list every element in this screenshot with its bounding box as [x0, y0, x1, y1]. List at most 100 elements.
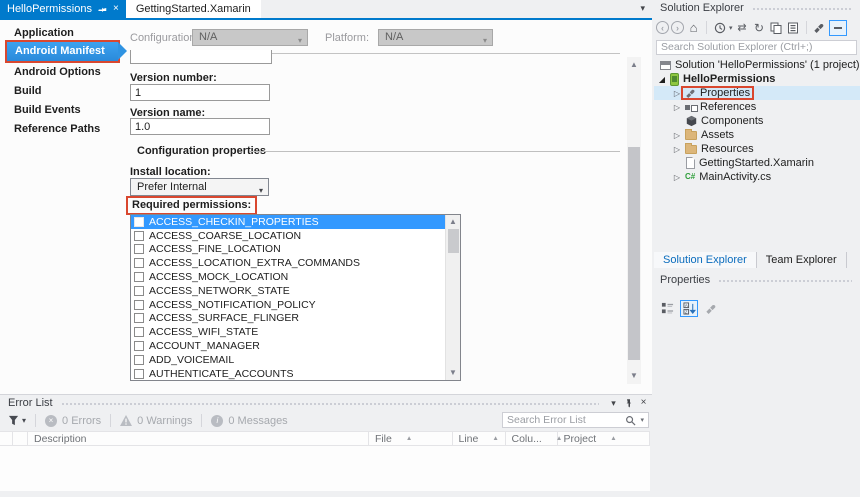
tree-row-references[interactable]: ▷ References — [654, 100, 860, 114]
filter-icon[interactable]: ▾ — [8, 415, 26, 426]
platform-dropdown[interactable]: N/A ▾ — [378, 29, 493, 46]
permission-row[interactable]: ACCESS_FINE_LOCATION — [131, 243, 445, 257]
permission-row[interactable]: ACCESS_CHECKIN_PROPERTIES — [131, 215, 445, 229]
scrollbar-thumb[interactable] — [628, 147, 640, 360]
permission-row[interactable]: ACCESS_COARSE_LOCATION — [131, 229, 445, 243]
install-location-dropdown[interactable]: Prefer Internal ▾ — [130, 178, 269, 196]
tab-gettingstarted[interactable]: GettingStarted.Xamarin — [126, 0, 261, 18]
switch-views-chevron-icon[interactable]: ▾ — [729, 24, 733, 32]
permission-row[interactable]: ACCOUNT_MANAGER — [131, 339, 445, 353]
permission-checkbox[interactable] — [134, 217, 144, 227]
permission-checkbox[interactable] — [134, 369, 144, 379]
permission-row[interactable]: ACCESS_WIFI_STATE — [131, 325, 445, 339]
nav-item-reference-paths[interactable]: Reference Paths — [14, 123, 100, 135]
nav-item-android-manifest[interactable]: Android Manifest — [6, 42, 118, 61]
permission-checkbox[interactable] — [134, 258, 144, 268]
permission-row[interactable]: ACCESS_NETWORK_STATE — [131, 284, 445, 298]
collapsed-arrow-icon[interactable]: ▷ — [673, 131, 681, 140]
column-icon[interactable] — [0, 432, 13, 445]
column-category[interactable] — [13, 432, 28, 445]
scroll-down-icon[interactable]: ▼ — [449, 369, 457, 377]
collapsed-arrow-icon[interactable]: ▷ — [673, 103, 681, 112]
search-options-chevron-icon[interactable]: ▾ — [640, 416, 644, 424]
switch-views-icon[interactable] — [712, 20, 727, 35]
document-scrollbar[interactable]: ▲ ▼ — [627, 57, 641, 384]
collapsed-arrow-icon[interactable]: ▷ — [673, 145, 681, 154]
close-icon[interactable]: × — [637, 397, 650, 409]
permission-row[interactable]: ACCESS_MOCK_LOCATION — [131, 270, 445, 284]
pin-icon[interactable] — [98, 5, 107, 14]
nav-item-android-options[interactable]: Android Options — [14, 66, 101, 78]
properties-wrench-icon[interactable] — [812, 20, 827, 35]
tree-row-gettingstarted[interactable]: GettingStarted.Xamarin — [654, 156, 860, 170]
permission-checkbox[interactable] — [134, 231, 144, 241]
permission-checkbox[interactable] — [134, 244, 144, 254]
collapsed-arrow-icon[interactable]: ▷ — [673, 173, 681, 182]
forward-icon[interactable]: › — [671, 21, 684, 34]
listbox-scrollbar[interactable]: ▲ ▼ — [445, 215, 460, 380]
permission-checkbox[interactable] — [134, 300, 144, 310]
permission-row[interactable]: ACCESS_SURFACE_FLINGER — [131, 312, 445, 326]
tree-row-components[interactable]: Components — [654, 114, 860, 128]
permission-row[interactable]: ACCESS_LOCATION_EXTRA_COMMANDS — [131, 256, 445, 270]
back-icon[interactable]: ‹ — [656, 21, 669, 34]
permission-checkbox[interactable] — [134, 313, 144, 323]
sync-with-active-document-icon[interactable]: ⇄ — [735, 20, 750, 35]
collapse-all-icon[interactable] — [769, 20, 784, 35]
column-file[interactable]: File▲ — [369, 432, 453, 445]
permission-row[interactable]: AUTHENTICATE_ACCOUNTS — [131, 367, 445, 380]
solution-explorer-search[interactable]: Search Solution Explorer (Ctrl+;) — [656, 40, 857, 55]
tree-row-project[interactable]: ◢ HelloPermissions — [654, 72, 860, 86]
tab-solution-explorer[interactable]: Solution Explorer — [654, 252, 756, 268]
tree-row-properties[interactable]: ▷ Properties — [654, 86, 860, 100]
permission-checkbox[interactable] — [134, 327, 144, 337]
permission-checkbox[interactable] — [134, 355, 144, 365]
column-project[interactable]: Project▲ — [558, 432, 651, 445]
version-name-input[interactable] — [130, 118, 270, 135]
permission-row[interactable]: ADD_VOICEMAIL — [131, 353, 445, 367]
permission-checkbox[interactable] — [134, 286, 144, 296]
permission-checkbox[interactable] — [134, 341, 144, 351]
tree-row-solution[interactable]: Solution 'HelloPermissions' (1 project) — [654, 58, 860, 72]
errors-filter-button[interactable]: × 0 Errors — [45, 415, 101, 427]
home-icon[interactable]: ⌂ — [686, 20, 701, 35]
error-list-header[interactable]: Error List ▾ × — [0, 395, 652, 411]
required-permissions-listbox[interactable]: ACCESS_CHECKIN_PROPERTIES ACCESS_COARSE_… — [130, 214, 461, 381]
nav-item-build-events[interactable]: Build Events — [14, 104, 81, 116]
tree-row-resources[interactable]: ▷ Resources — [654, 142, 860, 156]
tree-row-assets[interactable]: ▷ Assets — [654, 128, 860, 142]
tab-team-explorer[interactable]: Team Explorer — [756, 252, 847, 268]
nav-item-application[interactable]: Application — [14, 27, 74, 39]
version-number-input[interactable] — [130, 84, 270, 101]
alphabetical-sort-icon[interactable]: AZ — [680, 300, 698, 317]
scroll-down-icon[interactable]: ▼ — [630, 372, 638, 380]
collapsed-arrow-icon[interactable]: ▷ — [673, 89, 681, 98]
scroll-up-icon[interactable]: ▲ — [630, 61, 638, 69]
tree-row-mainactivity[interactable]: ▷ C# MainActivity.cs — [654, 170, 860, 184]
solution-explorer-header[interactable]: Solution Explorer — [654, 0, 860, 16]
property-pages-wrench-icon[interactable] — [702, 300, 720, 317]
configuration-dropdown[interactable]: N/A ▾ — [192, 29, 308, 46]
messages-filter-button[interactable]: i 0 Messages — [211, 415, 287, 427]
preview-selected-items-icon[interactable] — [829, 20, 847, 36]
window-position-chevron-icon[interactable]: ▾ — [607, 397, 620, 409]
permission-checkbox[interactable] — [134, 272, 144, 282]
tab-hellopermissions[interactable]: HelloPermissions × — [0, 0, 126, 18]
column-line[interactable]: Line▲ — [453, 432, 506, 445]
column-column[interactable]: Colu...▲ — [506, 432, 558, 445]
permission-row[interactable]: ACCESS_NOTIFICATION_POLICY — [131, 298, 445, 312]
column-description[interactable]: Description — [28, 432, 369, 445]
categorized-icon[interactable] — [658, 300, 676, 317]
pin-icon[interactable] — [622, 397, 635, 409]
nav-item-build[interactable]: Build — [14, 85, 42, 97]
close-icon[interactable]: × — [113, 4, 119, 14]
tab-overflow-chevron-icon[interactable]: ▾ — [640, 3, 645, 14]
error-list-search[interactable]: Search Error List ▾ — [502, 412, 649, 428]
warnings-filter-button[interactable]: 0 Warnings — [120, 415, 192, 427]
expanded-arrow-icon[interactable]: ◢ — [658, 75, 666, 84]
refresh-icon[interactable]: ↻ — [752, 20, 767, 35]
search-icon[interactable] — [625, 415, 636, 426]
properties-panel-header[interactable]: Properties — [654, 272, 860, 288]
scroll-up-icon[interactable]: ▲ — [449, 218, 457, 226]
show-all-files-icon[interactable] — [786, 20, 801, 35]
